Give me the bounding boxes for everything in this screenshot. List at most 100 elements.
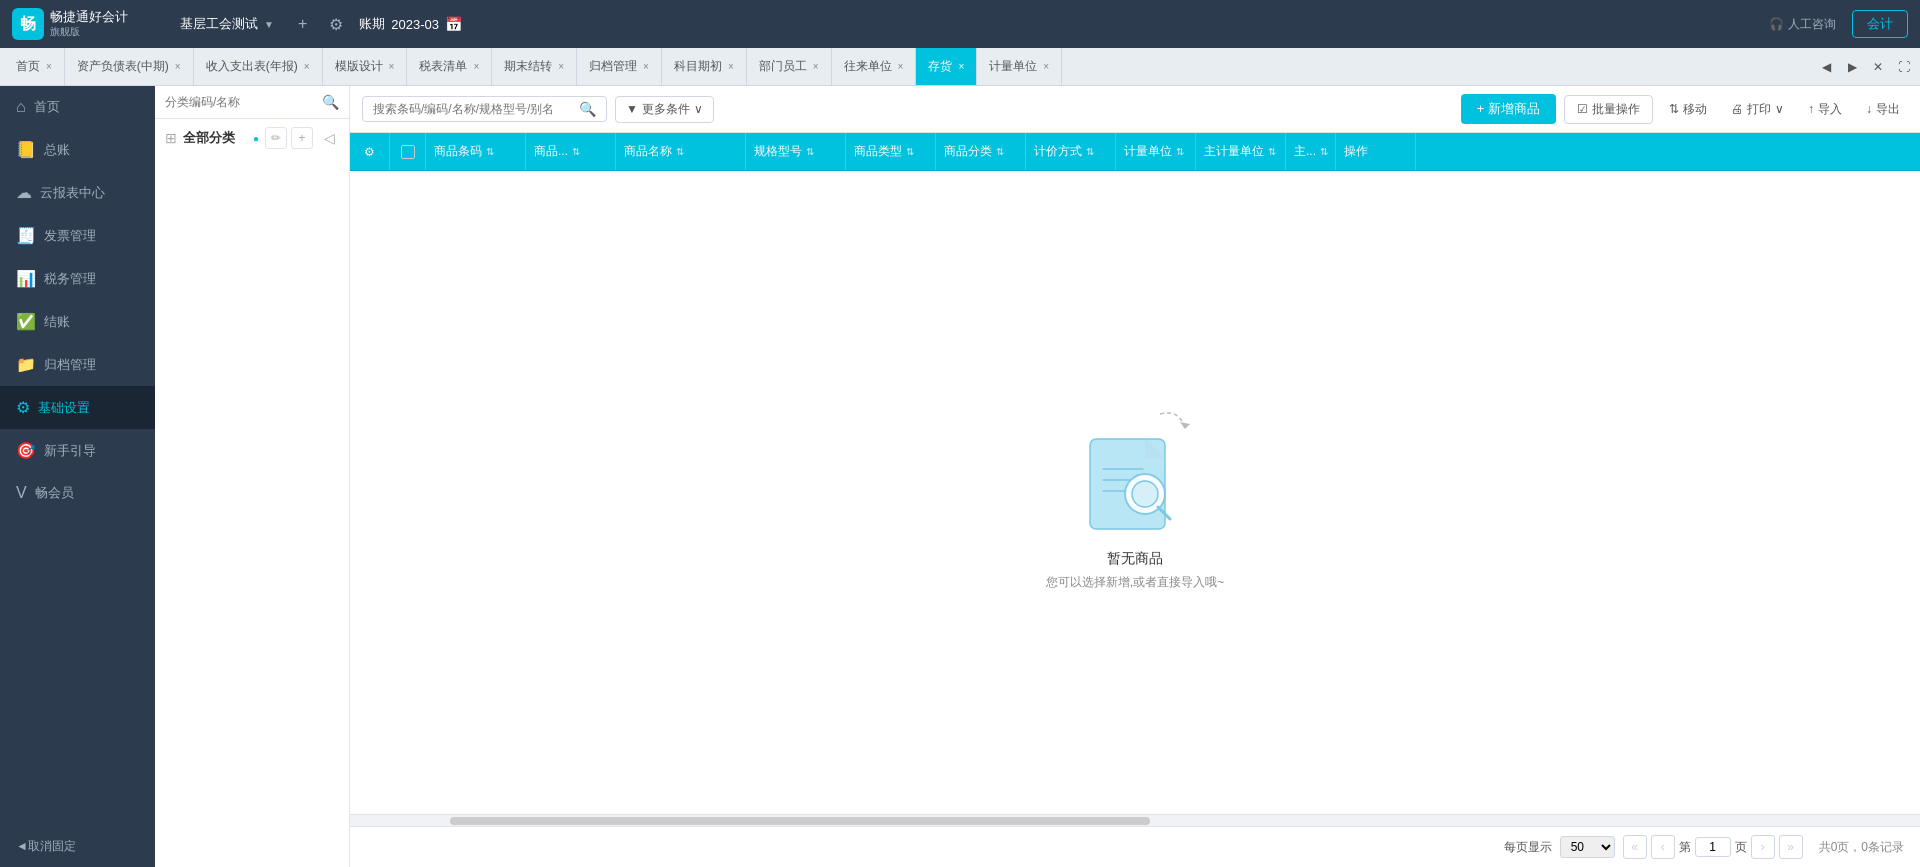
close-all-tabs[interactable]: ✕ — [1866, 55, 1890, 79]
scrollbar-thumb[interactable] — [450, 817, 1150, 825]
company-selector[interactable]: 基层工会测试 ▼ — [172, 11, 282, 37]
product-search-icon[interactable]: 🔍 — [579, 101, 596, 117]
sidebar-item-home[interactable]: ⌂ 首页 — [0, 86, 155, 128]
sort-icon: ⇅ — [572, 146, 580, 157]
close-tab-income[interactable]: × — [304, 61, 310, 72]
th-type[interactable]: 商品类型 ⇅ — [846, 133, 936, 170]
content-area: 🔍 ⊞ 全部分类 ● ✏ + ◁ — [155, 86, 1920, 867]
th-category[interactable]: 商品分类 ⇅ — [936, 133, 1026, 170]
toolbar: 🔍 ▼ 更多条件 ∨ + 新增商品 ☑ 批量操作 — [350, 86, 1920, 133]
horizontal-scrollbar[interactable] — [350, 814, 1920, 826]
tab-scroll-left[interactable]: ◀ — [1814, 55, 1838, 79]
tab-period-end[interactable]: 期末结转 × — [492, 48, 577, 86]
add-tab-button[interactable]: + — [292, 11, 313, 37]
sidebar-item-guide[interactable]: 🎯 新手引导 — [0, 429, 155, 472]
product-search-input[interactable] — [373, 102, 573, 116]
tab-navigation: ◀ ▶ ✕ ⛶ — [1814, 55, 1916, 79]
close-tab-subject-init[interactable]: × — [728, 61, 734, 72]
close-tab-dept-staff[interactable]: × — [813, 61, 819, 72]
sidebar-item-closing[interactable]: ✅ 结账 — [0, 300, 155, 343]
add-category-button[interactable]: + — [291, 127, 313, 149]
import-icon: ↑ — [1808, 102, 1814, 116]
select-all-checkbox[interactable] — [401, 145, 415, 159]
category-actions: ✏ + — [265, 127, 313, 149]
th-main-unit[interactable]: 主计量单位 ⇅ — [1196, 133, 1286, 170]
sidebar-item-member[interactable]: V 畅会员 — [0, 472, 155, 514]
move-button[interactable]: ⇅ 移动 — [1661, 96, 1715, 123]
close-tab-home[interactable]: × — [46, 61, 52, 72]
main-layout: ⌂ 首页 📒 总账 ☁ 云报表中心 🧾 发票管理 📊 税务管理 ✅ 结账 📁 归… — [0, 86, 1920, 867]
close-tab-archive[interactable]: × — [643, 61, 649, 72]
close-tab-template[interactable]: × — [389, 61, 395, 72]
empty-title: 暂无商品 — [1107, 550, 1163, 568]
tab-inventory[interactable]: 存货 × — [916, 48, 977, 86]
th-settings[interactable]: ⚙ — [350, 133, 390, 170]
last-page-button[interactable]: » — [1779, 835, 1803, 859]
filter-icon: ▼ — [626, 102, 638, 116]
unpin-sidebar-button[interactable]: ◄取消固定 — [0, 826, 155, 867]
empty-illustration — [1055, 394, 1215, 534]
sidebar-item-tax-mgmt[interactable]: 📊 税务管理 — [0, 257, 155, 300]
tab-template[interactable]: 模版设计 × — [323, 48, 408, 86]
tab-unit[interactable]: 计量单位 × — [977, 48, 1062, 86]
close-tab-period-end[interactable]: × — [558, 61, 564, 72]
svg-point-7 — [1132, 481, 1158, 507]
tab-bar: 首页 × 资产负债表(中期) × 收入支出表(年报) × 模版设计 × 税表清单… — [0, 48, 1920, 86]
sort-icon: ⇅ — [906, 146, 914, 157]
tab-tax[interactable]: 税表清单 × — [407, 48, 492, 86]
close-tab-balance[interactable]: × — [175, 61, 181, 72]
move-icon: ⇅ — [1669, 102, 1679, 116]
header-actions: 🎧 人工咨询 会计 — [1761, 10, 1908, 38]
first-page-button[interactable]: « — [1623, 835, 1647, 859]
sidebar-item-archive[interactable]: 📁 归档管理 — [0, 343, 155, 386]
tab-archive[interactable]: 归档管理 × — [577, 48, 662, 86]
add-product-button[interactable]: + 新增商品 — [1461, 94, 1556, 124]
tab-home[interactable]: 首页 × — [4, 48, 65, 86]
sidebar-item-basic-settings[interactable]: ⚙ 基础设置 — [0, 386, 155, 429]
print-button[interactable]: 🖨 打印 ∨ — [1723, 96, 1792, 123]
settings-icon[interactable]: ⚙ — [323, 11, 349, 38]
th-barcode[interactable]: 商品条码 ⇅ — [426, 133, 526, 170]
tab-maximize[interactable]: ⛶ — [1892, 55, 1916, 79]
print-icon: 🖨 — [1731, 102, 1743, 116]
calendar-icon[interactable]: 📅 — [445, 16, 462, 32]
sidebar: ⌂ 首页 📒 总账 ☁ 云报表中心 🧾 发票管理 📊 税务管理 ✅ 结账 📁 归… — [0, 86, 155, 867]
page-number-input[interactable] — [1695, 837, 1731, 857]
sidebar-item-ledger[interactable]: 📒 总账 — [0, 128, 155, 171]
close-tab-counterpart[interactable]: × — [898, 61, 904, 72]
th-unit[interactable]: 计量单位 ⇅ — [1116, 133, 1196, 170]
sort-icon: ⇅ — [1176, 146, 1184, 157]
close-tab-unit[interactable]: × — [1043, 61, 1049, 72]
th-pricing[interactable]: 计价方式 ⇅ — [1026, 133, 1116, 170]
th-name[interactable]: 商品名称 ⇅ — [616, 133, 746, 170]
sidebar-item-reports[interactable]: ☁ 云报表中心 — [0, 171, 155, 214]
tab-balance[interactable]: 资产负债表(中期) × — [65, 48, 194, 86]
human-service-button[interactable]: 🎧 人工咨询 — [1761, 12, 1844, 37]
iam-button[interactable]: 会计 — [1852, 10, 1908, 38]
edit-category-button[interactable]: ✏ — [265, 127, 287, 149]
tab-scroll-right[interactable]: ▶ — [1840, 55, 1864, 79]
th-checkbox[interactable] — [390, 133, 426, 170]
category-header: ⊞ 全部分类 ● ✏ + ◁ — [155, 119, 349, 157]
prev-page-button[interactable]: ‹ — [1651, 835, 1675, 859]
batch-operation-button[interactable]: ☑ 批量操作 — [1564, 95, 1653, 124]
tab-dept-staff[interactable]: 部门员工 × — [747, 48, 832, 86]
per-page-select[interactable]: 50 100 200 — [1560, 836, 1615, 858]
invoice-icon: 🧾 — [16, 226, 36, 245]
category-search-icon[interactable]: 🔍 — [322, 94, 339, 110]
category-search-input[interactable] — [165, 95, 316, 109]
tab-income[interactable]: 收入支出表(年报) × — [194, 48, 323, 86]
import-button[interactable]: ↑ 导入 — [1800, 96, 1850, 123]
tab-subject-init[interactable]: 科目期初 × — [662, 48, 747, 86]
close-tab-tax[interactable]: × — [473, 61, 479, 72]
th-extra[interactable]: 主... ⇅ — [1286, 133, 1336, 170]
next-page-button[interactable]: › — [1751, 835, 1775, 859]
collapse-panel-button[interactable]: ◁ — [319, 128, 339, 148]
tab-counterpart[interactable]: 往来单位 × — [832, 48, 917, 86]
th-spec[interactable]: 规格型号 ⇅ — [746, 133, 846, 170]
th-code[interactable]: 商品... ⇅ — [526, 133, 616, 170]
more-conditions-button[interactable]: ▼ 更多条件 ∨ — [615, 96, 714, 123]
export-button[interactable]: ↓ 导出 — [1858, 96, 1908, 123]
sidebar-item-invoice[interactable]: 🧾 发票管理 — [0, 214, 155, 257]
close-tab-inventory[interactable]: × — [958, 61, 964, 72]
